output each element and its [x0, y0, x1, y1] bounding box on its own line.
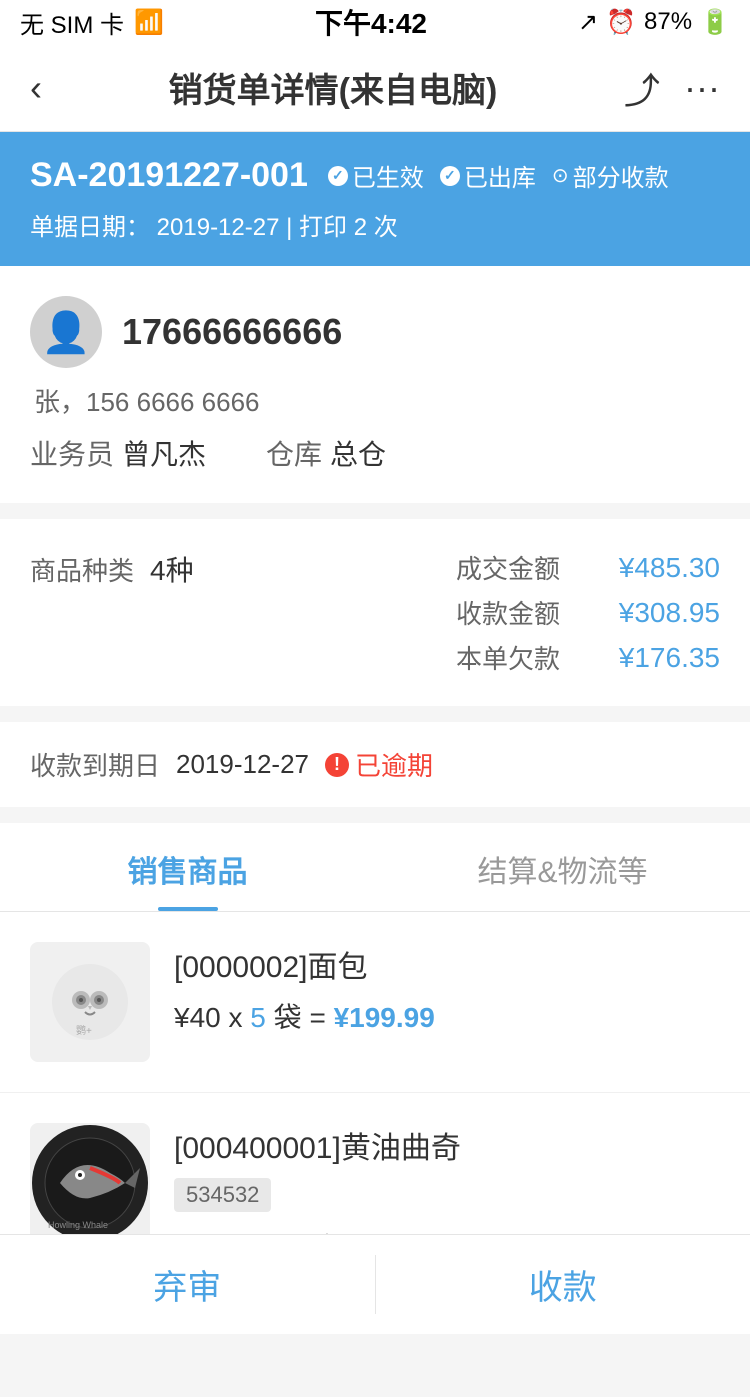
customer-section: 👤 17666666666 张，156 6666 6666 业务员 曾凡杰 仓库… [0, 266, 750, 503]
customer-name-detail: 张，156 6666 6666 [30, 382, 720, 419]
product-name-1: [0000002]面包 [174, 942, 720, 986]
order-id: SA-20191227-001 [30, 156, 308, 195]
product-logo-svg: Howling Whale [30, 1123, 150, 1243]
order-header-top: SA-20191227-001 ✓ 已生效 ✓ 已出库 ⊙ 部分收款 [30, 156, 720, 195]
equals-1: = [309, 1002, 333, 1033]
product-name-2: [000400001]黄油曲奇 [174, 1123, 720, 1167]
wifi-icon: 📶 [134, 8, 164, 37]
qty-1: 5 [250, 1002, 266, 1033]
received-item: 收款金额 ¥308.95 [456, 594, 720, 631]
received-amount: ¥308.95 [580, 597, 720, 629]
print-label: 打印 [299, 214, 347, 241]
multiply-1: x [229, 1002, 251, 1033]
svg-text:鹦+: 鹦+ [76, 1024, 92, 1037]
product-item: 鹦+ [0000002]面包 ¥40 x 5 袋 = ¥199.99 [0, 912, 750, 1093]
overdue-badge: ! 已逾期 [325, 746, 433, 783]
owed-item: 本单欠款 ¥176.35 [456, 639, 720, 676]
transaction-amount: ¥485.30 [580, 552, 720, 584]
price-1: ¥40 [174, 1002, 221, 1033]
received-label: 收款金额 [456, 594, 560, 631]
battery-icon: 🔋 [700, 8, 730, 37]
more-icon[interactable]: ··· [684, 67, 720, 109]
status-tag-effective: ✓ 已生效 [328, 158, 424, 193]
stats-right: 成交金额 ¥485.30 收款金额 ¥308.95 本单欠款 ¥176.35 [456, 549, 720, 676]
product-thumb-1: 鹦+ [30, 942, 150, 1062]
status-effective-text: 已生效 [352, 158, 424, 193]
kind-label: 商品种类 [30, 551, 134, 588]
product-price-row-1: ¥40 x 5 袋 = ¥199.99 [174, 996, 720, 1036]
stats-left: 商品种类 4种 [30, 549, 194, 589]
tabs-section: 销售商品 结算&物流等 [0, 823, 750, 912]
carrier-text: 无 SIM 卡 [20, 5, 124, 40]
cancel-button[interactable]: 弃审 [0, 1235, 375, 1334]
order-date: 2019-12-27 [157, 214, 280, 241]
page-title: 销货单详情(来自电脑) [169, 63, 498, 112]
stats-section: 商品种类 4种 成交金额 ¥485.30 收款金额 ¥308.95 本单欠款 ¥… [0, 519, 750, 706]
status-shipped-text: 已出库 [464, 158, 536, 193]
back-button[interactable]: ‹ [30, 67, 42, 109]
salesperson-item: 业务员 曾凡杰 [30, 433, 206, 473]
tabs-row: 销售商品 结算&物流等 [0, 823, 750, 911]
warehouse-item: 仓库 总仓 [266, 433, 386, 473]
product-badge-2: 534532 [174, 1178, 271, 1212]
warehouse-value: 总仓 [330, 433, 386, 473]
warehouse-label: 仓库 [266, 433, 322, 473]
avatar-icon: 👤 [41, 309, 91, 356]
product-info-1: [0000002]面包 ¥40 x 5 袋 = ¥199.99 [174, 942, 720, 1036]
order-header-banner: SA-20191227-001 ✓ 已生效 ✓ 已出库 ⊙ 部分收款 单据日期：… [0, 132, 750, 266]
tab-settlement-label: 结算&物流等 [477, 856, 647, 889]
salesperson-label: 业务员 [30, 433, 114, 473]
due-section: 收款到期日 2019-12-27 ! 已逾期 [0, 722, 750, 807]
tab-sales-label: 销售商品 [128, 856, 248, 889]
salesperson-value: 曾凡杰 [122, 433, 206, 473]
alarm-icon: ⏰ [606, 8, 636, 37]
status-tag-shipped: ✓ 已出库 [440, 158, 536, 193]
location-icon: ↗ [578, 8, 598, 37]
separator: | [286, 214, 299, 241]
bottom-bar: 弃审 收款 [0, 1234, 750, 1334]
tab-settlement[interactable]: 结算&物流等 [375, 823, 750, 911]
nav-bar: ‹ 销货单详情(来自电脑) ⤴ ··· [0, 44, 750, 132]
status-bar-left: 无 SIM 卡 📶 [20, 5, 164, 40]
transaction-label: 成交金额 [456, 549, 560, 586]
order-date-row: 单据日期： 2019-12-27 | 打印 2 次 [30, 207, 720, 242]
status-bar-right: ↗ ⏰ 87% 🔋 [578, 8, 730, 37]
due-label: 收款到期日 [30, 746, 160, 783]
battery-text: 87% [644, 8, 692, 36]
overdue-icon: ! [325, 753, 349, 777]
unit-1: 袋 [274, 1002, 302, 1033]
kind-value: 4种 [150, 549, 194, 589]
clock-icon: ⊙ [552, 163, 569, 188]
status-bar: 无 SIM 卡 📶 下午4:42 ↗ ⏰ 87% 🔋 [0, 0, 750, 44]
customer-meta: 业务员 曾凡杰 仓库 总仓 [30, 433, 720, 473]
print-suffix: 次 [374, 214, 398, 241]
date-label: 单据日期： [30, 214, 150, 241]
check-icon-2: ✓ [440, 166, 460, 186]
avatar: 👤 [30, 296, 102, 368]
kind-row: 商品种类 4种 [30, 549, 194, 589]
tab-sales-products[interactable]: 销售商品 [0, 823, 375, 911]
status-tag-partial: ⊙ 部分收款 [552, 158, 669, 193]
owl-svg-icon: 鹦+ [50, 962, 130, 1042]
nav-right-actions: ⤴ ··· [624, 62, 720, 114]
customer-top: 👤 17666666666 [30, 296, 720, 368]
status-partial-text: 部分收款 [573, 158, 669, 193]
overdue-text: 已逾期 [355, 746, 433, 783]
confirm-button[interactable]: 收款 [376, 1235, 750, 1334]
print-count: 2 [354, 214, 367, 241]
status-tags: ✓ 已生效 ✓ 已出库 ⊙ 部分收款 [328, 158, 669, 193]
transaction-item: 成交金额 ¥485.30 [456, 549, 720, 586]
customer-phone: 17666666666 [122, 311, 342, 353]
check-icon-1: ✓ [328, 166, 348, 186]
stats-row: 商品种类 4种 成交金额 ¥485.30 收款金额 ¥308.95 本单欠款 ¥… [30, 549, 720, 676]
total-1: ¥199.99 [334, 1002, 435, 1033]
due-date: 2019-12-27 [176, 749, 309, 780]
owed-label: 本单欠款 [456, 639, 560, 676]
svg-text:Howling Whale: Howling Whale [48, 1220, 108, 1230]
status-bar-time: 下午4:42 [315, 2, 427, 42]
owed-amount: ¥176.35 [580, 642, 720, 674]
share-icon[interactable]: ⤴ [624, 62, 660, 114]
product-thumb-2: Howling Whale [30, 1123, 150, 1243]
